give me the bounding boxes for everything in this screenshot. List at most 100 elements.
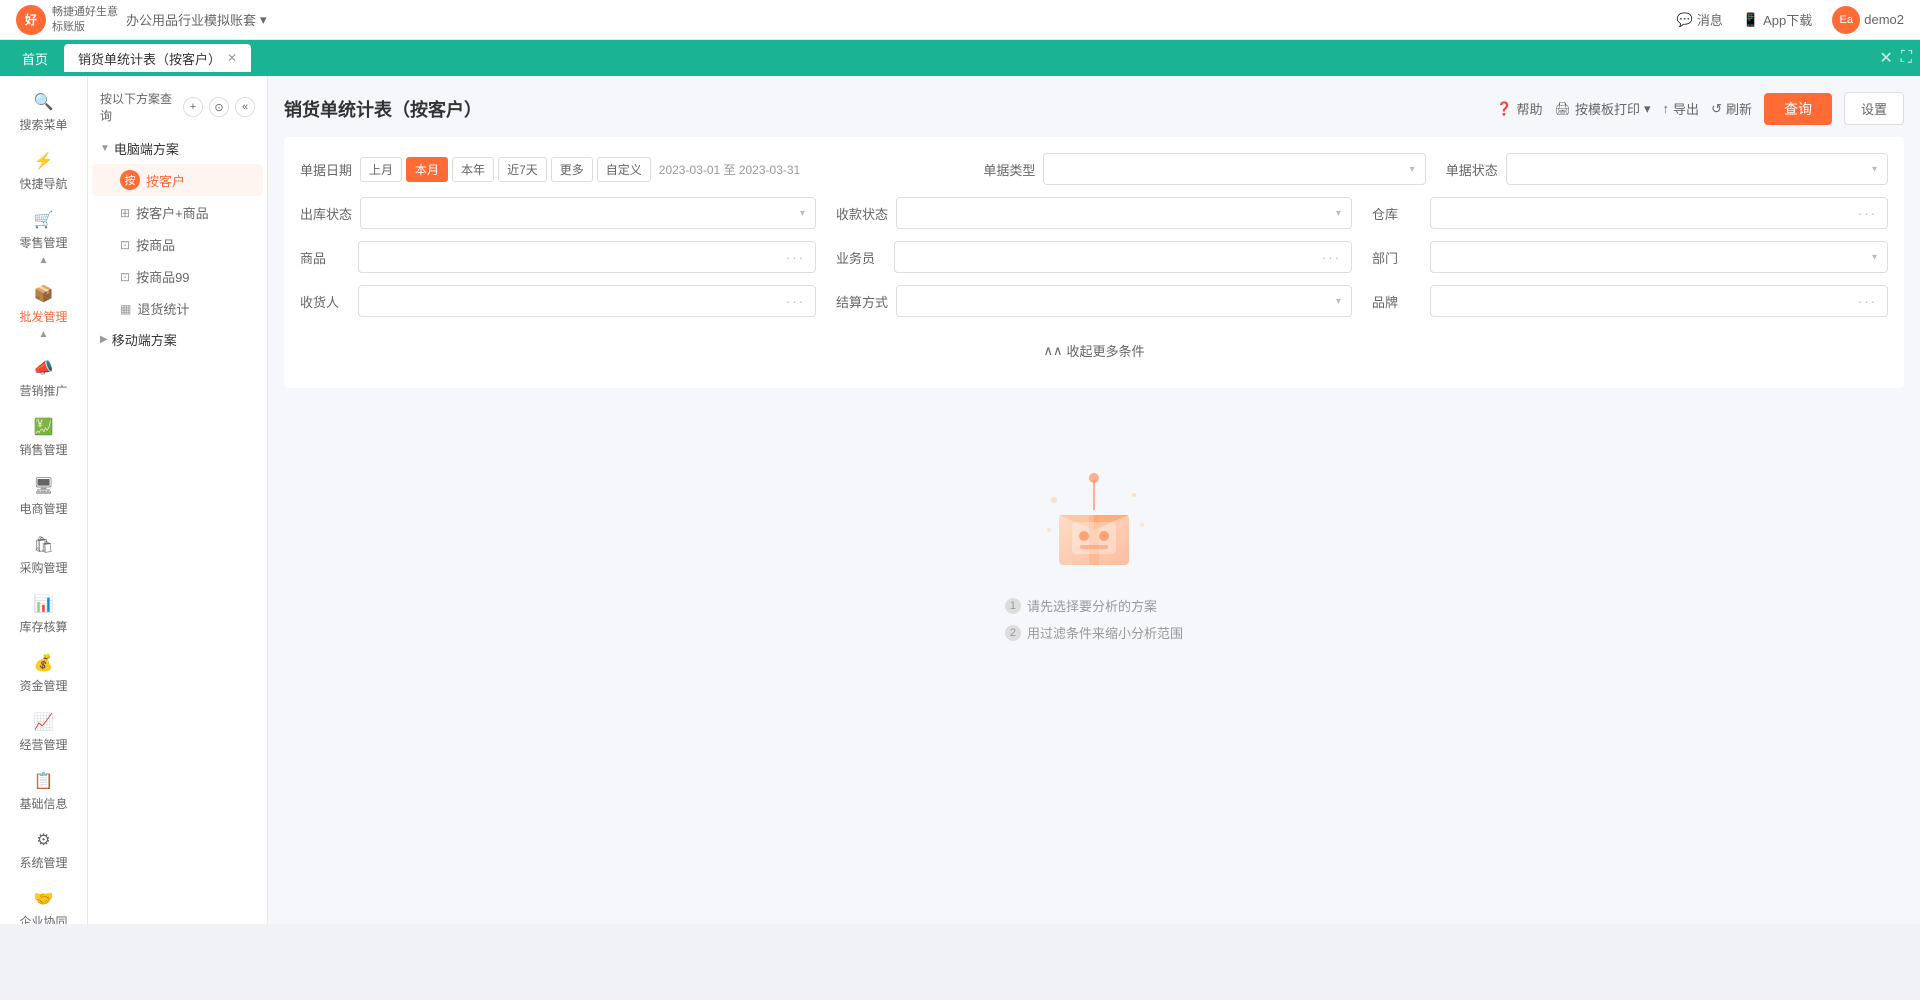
filter-card: 单据日期 上月 本月 本年 近7天 更多 自定义 2023-03-01 至 20… <box>284 137 1904 388</box>
scheme-item-by-customer[interactable]: 按 按客户 <box>92 164 263 196</box>
filter-row-1: 单据日期 上月 本月 本年 近7天 更多 自定义 2023-03-01 至 20… <box>300 153 1888 185</box>
export-icon: ↑ <box>1663 101 1670 116</box>
goods-dots-icon: ··· <box>786 250 805 265</box>
sidebar: 🔍 搜索菜单 ⚡ 快捷导航 🛒 零售管理 ▲ 📦 批发管理 ▲ 📣 营销推广 💹… <box>0 76 88 924</box>
filter-warehouse-item: 仓库 ··· <box>1372 197 1888 229</box>
help-button[interactable]: ❓ 帮助 <box>1496 99 1542 118</box>
date-this-year-btn[interactable]: 本年 <box>452 157 494 182</box>
out-status-select[interactable]: ▾ <box>360 197 816 229</box>
settle-method-chevron-icon: ▾ <box>1336 296 1341 307</box>
date-more-btn[interactable]: 更多 <box>551 157 593 182</box>
search-button[interactable]: 查询 <box>1764 93 1832 125</box>
workspace-selector[interactable]: 办公用品行业模拟账套 ▾ <box>126 10 267 29</box>
tip-num-1: 1 <box>1005 598 1021 614</box>
filter-goods-item: 商品 ··· <box>300 241 816 273</box>
sidebar-item-basic[interactable]: 📋 基础信息 <box>4 763 84 820</box>
refresh-icon: ↺ <box>1711 101 1722 117</box>
list-icon: ⊡ <box>120 238 130 252</box>
staff-dots-icon: ··· <box>1322 250 1341 265</box>
refresh-button[interactable]: ↺ 刷新 <box>1711 99 1752 118</box>
collect-status-select[interactable]: ▾ <box>896 197 1352 229</box>
sidebar-item-quick-nav[interactable]: ⚡ 快捷导航 <box>4 143 84 200</box>
sidebar-item-purchase[interactable]: 🛍 采购管理 <box>4 527 84 584</box>
sidebar-item-inventory[interactable]: 📊 库存核算 <box>4 586 84 643</box>
sidebar-item-enterprise[interactable]: 🤝 企业协同 <box>4 881 84 924</box>
user-avatar-button[interactable]: Ea demo2 <box>1832 6 1904 34</box>
basic-icon: 📋 <box>34 771 54 791</box>
warehouse-dots-icon: ··· <box>1858 206 1877 221</box>
app-download-button[interactable]: 📱 App下载 <box>1743 10 1812 29</box>
template-print-button[interactable]: 🖨 按模板打印 ▾ <box>1554 99 1650 118</box>
purchase-icon: 🛍 <box>33 535 53 555</box>
tree-collapsed-icon: ▶ <box>100 334 108 345</box>
doc-status-chevron-icon: ▾ <box>1872 164 1877 175</box>
warehouse-input[interactable]: ··· <box>1430 197 1888 229</box>
scheme-item-return-stat[interactable]: ▦ 退货统计 <box>92 293 263 324</box>
sidebar-item-sales[interactable]: 💹 销售管理 <box>4 409 84 466</box>
print-icon: 🖨 <box>1554 101 1571 117</box>
page-actions: ❓ 帮助 🖨 按模板打印 ▾ ↑ 导出 ↺ 刷新 <box>1496 92 1904 125</box>
avatar: Ea <box>1832 6 1860 34</box>
sidebar-item-operation[interactable]: 📈 经营管理 <box>4 704 84 761</box>
brand-dots-icon: ··· <box>1858 294 1877 309</box>
bar-chart-icon: ▦ <box>120 302 131 316</box>
date-this-month-btn[interactable]: 本月 <box>406 157 448 182</box>
wholesale-icon: 📦 <box>34 284 54 304</box>
top-bar-right: 💬 消息 📱 App下载 Ea demo2 <box>1677 6 1904 34</box>
export-button[interactable]: ↑ 导出 <box>1663 99 1700 118</box>
date-last7days-btn[interactable]: 近7天 <box>498 157 547 182</box>
template-print-arrow-icon: ▾ <box>1644 101 1651 117</box>
scheme-item-by-goods[interactable]: ⊡ 按商品 <box>92 229 263 260</box>
sidebar-item-wholesale[interactable]: 📦 批发管理 ▲ <box>4 276 84 348</box>
tab-sales-stat[interactable]: 销货单统计表（按客户） ✕ <box>64 44 251 72</box>
date-last-month-btn[interactable]: 上月 <box>360 157 402 182</box>
tree-expand-icon: ▼ <box>100 143 110 154</box>
scheme-group-desktop-header[interactable]: ▼ 电脑端方案 <box>88 134 267 163</box>
scheme-group-desktop: ▼ 电脑端方案 按 按客户 ⊞ 按客户+商品 ⊡ 按商品 <box>88 134 267 324</box>
filter-brand-item: 品牌 ··· <box>1372 285 1888 317</box>
marketing-icon: 📣 <box>34 358 54 378</box>
sidebar-item-retail[interactable]: 🛒 零售管理 ▲ <box>4 202 84 274</box>
scheme-panel-header: 按以下方案查询 + ⊙ « <box>88 84 267 130</box>
brand-input[interactable]: ··· <box>1430 285 1888 317</box>
collapse-filter-button[interactable]: ∧∧ 收起更多条件 <box>1031 337 1156 364</box>
scheme-item-by-goods99[interactable]: ⊡ 按商品99 <box>92 261 263 292</box>
sidebar-item-ecommerce[interactable]: 🖥 电商管理 <box>4 468 84 525</box>
collect-status-chevron-icon: ▾ <box>1336 208 1341 219</box>
finance-icon: 💰 <box>34 653 54 673</box>
scheme-collapse-button[interactable]: « <box>235 97 255 117</box>
filter-staff-item: 业务员 ··· <box>836 241 1352 273</box>
empty-illustration <box>1034 460 1154 580</box>
empty-tips: 1 请先选择要分析的方案 2 用过滤条件来缩小分析范围 <box>1005 596 1183 650</box>
tip-num-2: 2 <box>1005 625 1021 641</box>
settle-method-select[interactable]: ▾ <box>896 285 1352 317</box>
sidebar-item-system[interactable]: ⚙ 系统管理 <box>4 822 84 879</box>
sidebar-item-marketing[interactable]: 📣 营销推广 <box>4 350 84 407</box>
tab-close-icon[interactable]: ✕ <box>227 51 237 65</box>
scheme-add-button[interactable]: + <box>183 97 203 117</box>
doc-status-select[interactable]: ▾ <box>1506 153 1888 185</box>
goods-input[interactable]: ··· <box>358 241 816 273</box>
tab-home[interactable]: 首页 <box>8 44 62 72</box>
help-icon: ❓ <box>1496 101 1512 117</box>
empty-tip-2: 2 用过滤条件来缩小分析范围 <box>1005 623 1183 642</box>
filter-row-4: 收货人 ··· 结算方式 ▾ 品牌 <box>300 285 1888 317</box>
fullscreen-icon[interactable]: ⛶ <box>1901 49 1912 67</box>
settings-button[interactable]: 设置 <box>1844 92 1904 125</box>
scheme-group-mobile-header[interactable]: ▶ 移动端方案 <box>88 325 267 354</box>
scheme-group-mobile: ▶ 移动端方案 <box>88 325 267 354</box>
doc-type-select[interactable]: ▾ <box>1043 153 1425 185</box>
date-custom-btn[interactable]: 自定义 <box>597 157 651 182</box>
scheme-edit-button[interactable]: ⊙ <box>209 97 229 117</box>
message-button[interactable]: 💬 消息 <box>1677 10 1723 29</box>
scheme-item-by-customer-goods[interactable]: ⊞ 按客户+商品 <box>92 197 263 228</box>
ecommerce-icon: 🖥 <box>33 476 53 496</box>
close-window-icon[interactable]: ✕ <box>1879 48 1892 68</box>
sidebar-item-finance[interactable]: 💰 资金管理 <box>4 645 84 702</box>
dept-select[interactable]: ▾ <box>1430 241 1888 273</box>
doc-type-chevron-icon: ▾ <box>1410 164 1415 175</box>
logo-area: 好 畅捷通好生意 标账版 <box>16 5 118 35</box>
staff-input[interactable]: ··· <box>894 241 1352 273</box>
sidebar-item-search[interactable]: 🔍 搜索菜单 <box>4 84 84 141</box>
receiver-input[interactable]: ··· <box>358 285 816 317</box>
